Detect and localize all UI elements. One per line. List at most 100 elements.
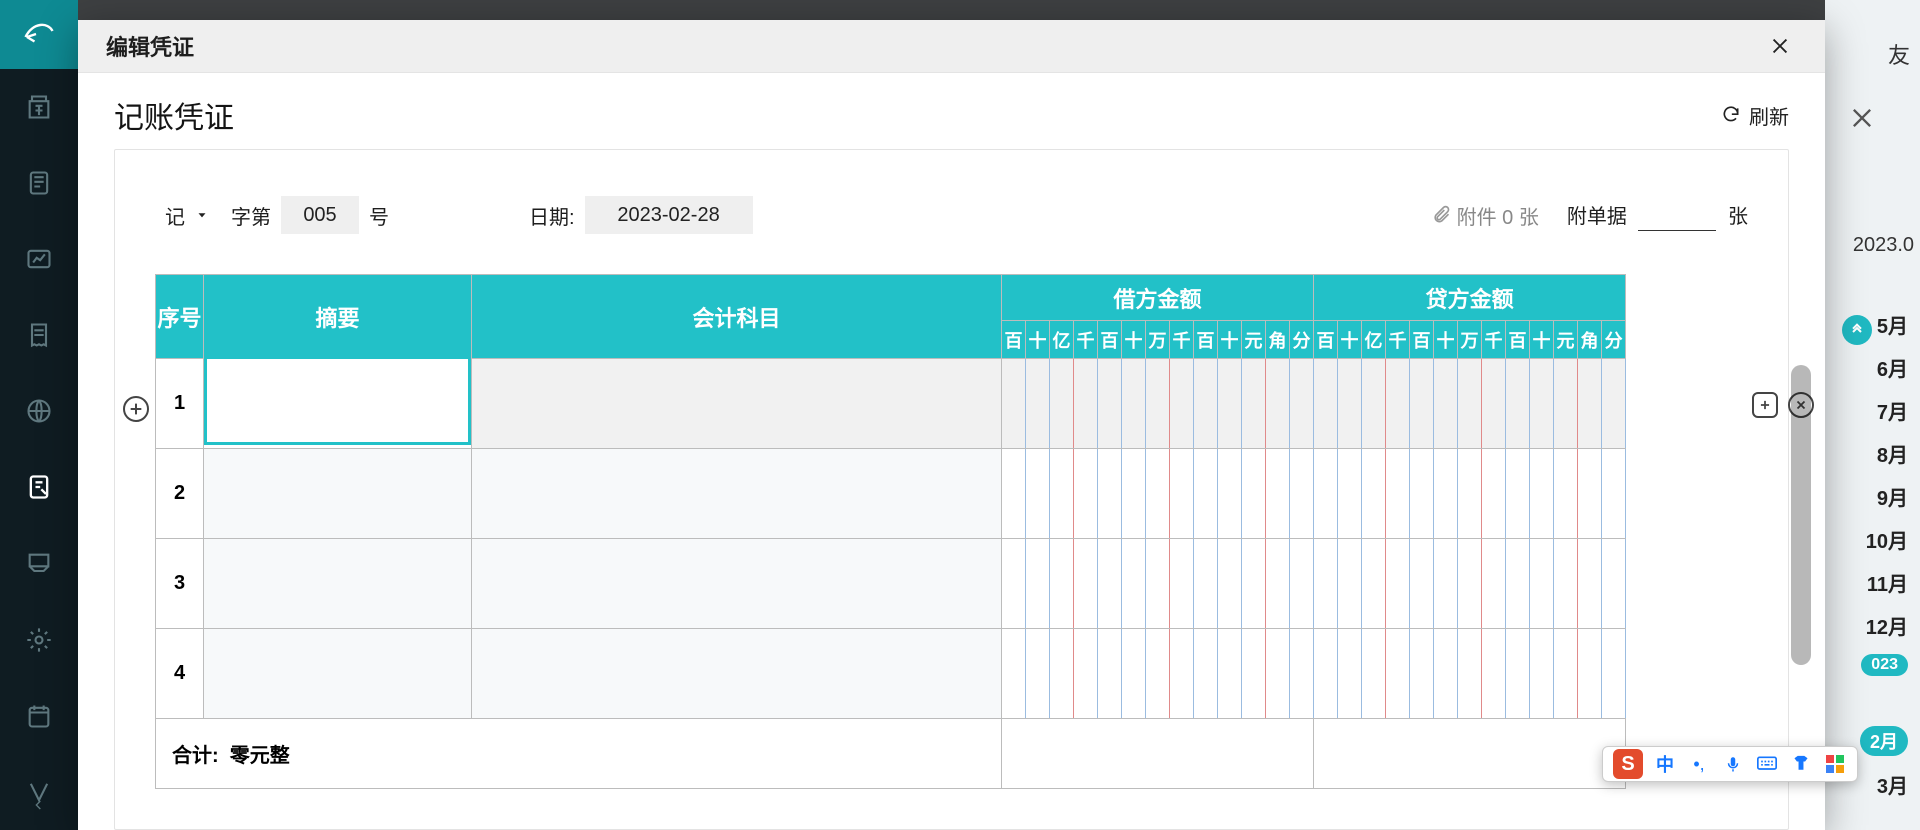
ime-punct-icon[interactable]: •,	[1687, 752, 1711, 776]
debit-digit[interactable]	[1098, 449, 1122, 539]
debit-digit[interactable]	[1050, 629, 1074, 719]
credit-digit[interactable]	[1578, 449, 1602, 539]
period-current-month[interactable]: 2月	[1860, 726, 1908, 756]
debit-digit[interactable]	[1194, 539, 1218, 629]
debit-digit[interactable]	[1074, 449, 1098, 539]
close-icon[interactable]	[1763, 29, 1797, 63]
credit-digit[interactable]	[1386, 449, 1410, 539]
credit-digit[interactable]	[1506, 449, 1530, 539]
ime-skin-icon[interactable]	[1789, 752, 1813, 776]
credit-digit[interactable]	[1506, 629, 1530, 719]
debit-digit[interactable]	[1290, 629, 1314, 719]
credit-digit[interactable]	[1602, 449, 1626, 539]
voucher-type-dropdown[interactable]: 记	[155, 197, 221, 234]
debit-digit[interactable]	[1290, 539, 1314, 629]
debit-digit[interactable]	[1170, 629, 1194, 719]
subject-cell[interactable]	[472, 629, 1002, 719]
voucher-number-input[interactable]: 005	[281, 196, 359, 234]
period-month[interactable]: 11月	[1867, 568, 1908, 597]
credit-digit[interactable]	[1338, 449, 1362, 539]
scrollbar[interactable]	[1791, 365, 1811, 665]
debit-digit[interactable]	[1170, 359, 1194, 449]
nav-inbox-icon[interactable]	[18, 544, 60, 584]
debit-digit[interactable]	[1074, 359, 1098, 449]
credit-digit[interactable]	[1362, 449, 1386, 539]
credit-digit[interactable]	[1482, 359, 1506, 449]
credit-digit[interactable]	[1578, 629, 1602, 719]
debit-digit[interactable]	[1002, 359, 1026, 449]
credit-digit[interactable]	[1386, 629, 1410, 719]
debit-digit[interactable]	[1266, 359, 1290, 449]
debit-digit[interactable]	[1026, 539, 1050, 629]
debit-digit[interactable]	[1122, 629, 1146, 719]
credit-digit[interactable]	[1530, 449, 1554, 539]
fudanju-input[interactable]	[1638, 205, 1716, 231]
credit-digit[interactable]	[1482, 449, 1506, 539]
credit-digit[interactable]	[1458, 629, 1482, 719]
credit-digit[interactable]	[1338, 539, 1362, 629]
credit-digit[interactable]	[1410, 449, 1434, 539]
nav-receipt-icon[interactable]	[18, 315, 60, 355]
add-row-left-button[interactable]	[123, 396, 149, 422]
debit-digit[interactable]	[1146, 359, 1170, 449]
debit-digit[interactable]	[1146, 629, 1170, 719]
debit-digit[interactable]	[1242, 539, 1266, 629]
credit-digit[interactable]	[1530, 539, 1554, 629]
bg-close-icon[interactable]	[1844, 100, 1880, 136]
debit-digit[interactable]	[1074, 629, 1098, 719]
credit-digit[interactable]	[1362, 359, 1386, 449]
app-logo[interactable]	[0, 0, 78, 69]
debit-digit[interactable]	[1146, 539, 1170, 629]
credit-digit[interactable]	[1458, 539, 1482, 629]
debit-digit[interactable]	[1266, 449, 1290, 539]
nav-analytics-icon[interactable]	[18, 239, 60, 279]
debit-digit[interactable]	[1290, 449, 1314, 539]
debit-digit[interactable]	[1194, 629, 1218, 719]
credit-digit[interactable]	[1386, 539, 1410, 629]
debit-digit[interactable]	[1266, 539, 1290, 629]
period-month[interactable]: 3月	[1877, 770, 1908, 799]
credit-digit[interactable]	[1530, 629, 1554, 719]
ime-lang-label[interactable]: 中	[1653, 752, 1677, 776]
credit-digit[interactable]	[1554, 629, 1578, 719]
subject-cell[interactable]	[472, 539, 1002, 629]
credit-digit[interactable]	[1386, 359, 1410, 449]
subject-cell[interactable]	[472, 449, 1002, 539]
debit-digit[interactable]	[1242, 449, 1266, 539]
summary-cell[interactable]	[204, 539, 472, 629]
debit-digit[interactable]	[1218, 449, 1242, 539]
debit-digit[interactable]	[1002, 449, 1026, 539]
credit-digit[interactable]	[1434, 449, 1458, 539]
summary-cell[interactable]	[204, 629, 472, 719]
credit-digit[interactable]	[1434, 359, 1458, 449]
debit-digit[interactable]	[1218, 359, 1242, 449]
attachment-link[interactable]: 附件 0 张	[1431, 201, 1539, 230]
debit-digit[interactable]	[1074, 539, 1098, 629]
nav-money-icon[interactable]	[18, 87, 60, 127]
summary-input[interactable]	[204, 356, 471, 445]
credit-digit[interactable]	[1458, 359, 1482, 449]
debit-digit[interactable]	[1026, 359, 1050, 449]
debit-digit[interactable]	[1002, 539, 1026, 629]
debit-digit[interactable]	[1170, 539, 1194, 629]
debit-digit[interactable]	[1242, 629, 1266, 719]
credit-digit[interactable]	[1602, 359, 1626, 449]
credit-digit[interactable]	[1554, 359, 1578, 449]
debit-digit[interactable]	[1266, 629, 1290, 719]
ime-menu-icon[interactable]	[1823, 752, 1847, 776]
insert-row-button[interactable]	[1752, 392, 1778, 418]
credit-digit[interactable]	[1482, 629, 1506, 719]
period-month[interactable]: 6月	[1877, 353, 1908, 382]
subject-cell[interactable]	[472, 359, 1002, 449]
period-month[interactable]: 5月	[1877, 310, 1908, 339]
debit-digit[interactable]	[1098, 629, 1122, 719]
debit-digit[interactable]	[1170, 449, 1194, 539]
credit-digit[interactable]	[1506, 539, 1530, 629]
debit-digit[interactable]	[1290, 359, 1314, 449]
credit-digit[interactable]	[1602, 539, 1626, 629]
credit-digit[interactable]	[1338, 359, 1362, 449]
credit-digit[interactable]	[1434, 539, 1458, 629]
nav-settings-icon[interactable]	[18, 620, 60, 660]
credit-digit[interactable]	[1314, 359, 1338, 449]
debit-digit[interactable]	[1026, 449, 1050, 539]
